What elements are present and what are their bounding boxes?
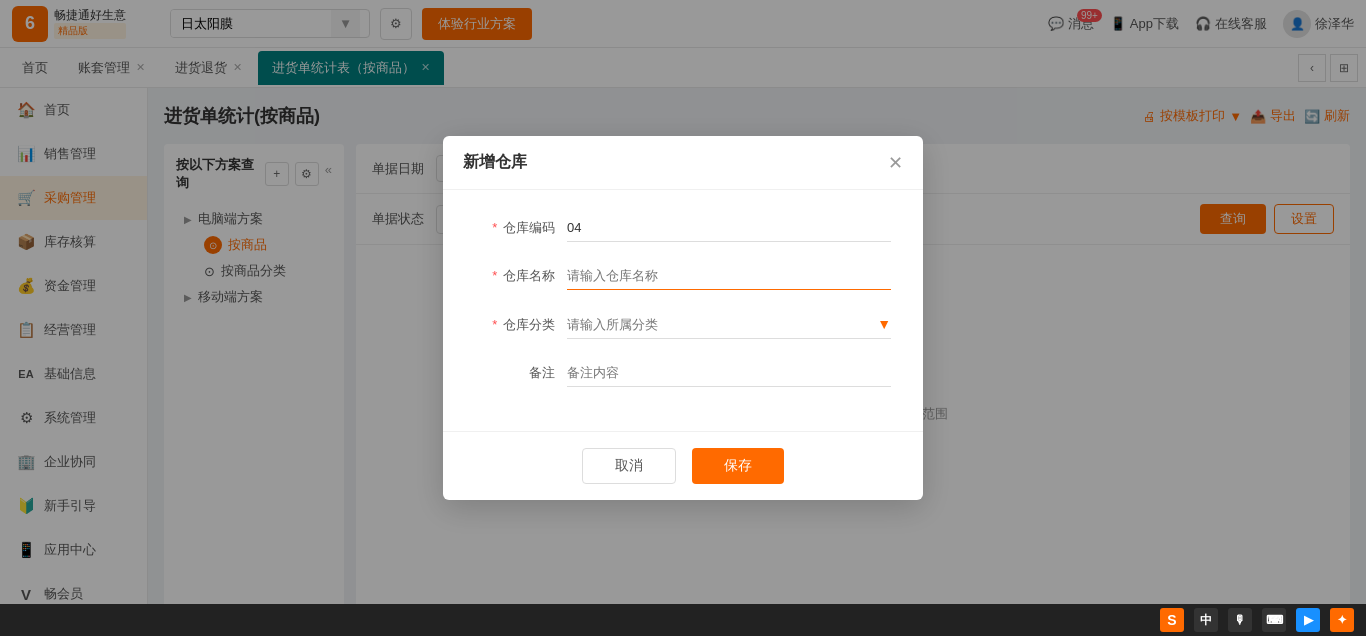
category-label: * 仓库分类 bbox=[475, 316, 555, 334]
name-input[interactable] bbox=[567, 262, 891, 290]
form-row-category: * 仓库分类 ▼ bbox=[475, 310, 891, 339]
status-play-icon[interactable]: ▶ bbox=[1296, 608, 1320, 632]
save-button[interactable]: 保存 bbox=[692, 448, 784, 484]
form-row-name: * 仓库名称 bbox=[475, 262, 891, 290]
modal-body: * 仓库编码 * 仓库名称 * 仓库分类 bbox=[443, 190, 923, 431]
status-s-icon[interactable]: S bbox=[1160, 608, 1184, 632]
form-row-code: * 仓库编码 bbox=[475, 214, 891, 242]
status-bar: S 中 🎙 ⌨ ▶ ✦ bbox=[0, 604, 1366, 636]
status-zh-icon[interactable]: 中 bbox=[1194, 608, 1218, 632]
form-row-remark: 备注 bbox=[475, 359, 891, 387]
name-required-star: * bbox=[492, 268, 497, 283]
category-input[interactable] bbox=[567, 317, 877, 332]
category-select-row[interactable]: ▼ bbox=[567, 310, 891, 339]
category-dropdown-icon[interactable]: ▼ bbox=[877, 316, 891, 332]
code-input[interactable] bbox=[567, 214, 891, 242]
modal-close-btn[interactable]: ✕ bbox=[888, 154, 903, 172]
category-required-star: * bbox=[492, 317, 497, 332]
remark-input[interactable] bbox=[567, 359, 891, 387]
cancel-button[interactable]: 取消 bbox=[582, 448, 676, 484]
add-warehouse-modal: 新增仓库 ✕ * 仓库编码 * 仓库名称 bbox=[443, 136, 923, 500]
status-star-icon[interactable]: ✦ bbox=[1330, 608, 1354, 632]
code-required-star: * bbox=[492, 220, 497, 235]
modal-overlay[interactable]: 新增仓库 ✕ * 仓库编码 * 仓库名称 bbox=[0, 0, 1366, 636]
status-keyboard-icon[interactable]: ⌨ bbox=[1262, 608, 1286, 632]
code-label: * 仓库编码 bbox=[475, 219, 555, 237]
status-mic-icon[interactable]: 🎙 bbox=[1228, 608, 1252, 632]
modal-title: 新增仓库 bbox=[463, 152, 527, 173]
modal-footer: 取消 保存 bbox=[443, 431, 923, 500]
remark-label: 备注 bbox=[475, 364, 555, 382]
name-label: * 仓库名称 bbox=[475, 267, 555, 285]
modal-header: 新增仓库 ✕ bbox=[443, 136, 923, 190]
